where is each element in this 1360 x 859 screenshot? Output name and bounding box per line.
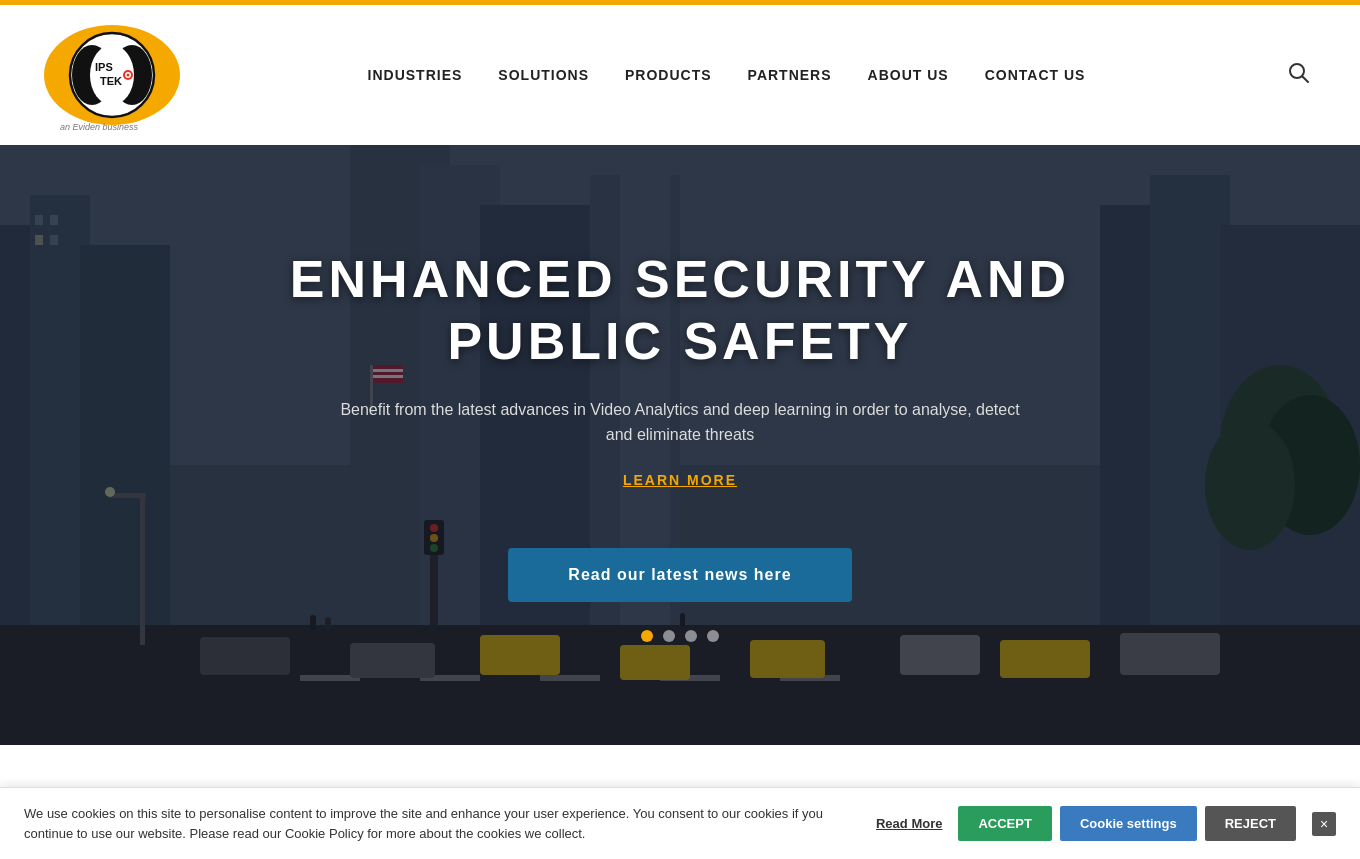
- nav-item-products[interactable]: PRODUCTS: [607, 57, 730, 93]
- svg-text:TEK: TEK: [100, 75, 122, 87]
- learn-more-link[interactable]: LEARN MORE: [623, 472, 737, 488]
- hero-title: ENHANCED SECURITY AND PUBLIC SAFETY: [290, 248, 1070, 373]
- svg-line-12: [1302, 76, 1308, 82]
- search-button[interactable]: [1278, 52, 1320, 99]
- carousel-dot-4[interactable]: [707, 630, 719, 642]
- nav-item-solutions[interactable]: SOLUTIONS: [480, 57, 607, 93]
- carousel-dot-3[interactable]: [685, 630, 697, 642]
- header: IPS TEK an Eviden business INDUSTRIES SO…: [0, 5, 1360, 145]
- nav-item-industries[interactable]: INDUSTRIES: [350, 57, 481, 93]
- news-button[interactable]: Read our latest news here: [508, 548, 851, 602]
- carousel-dot-2[interactable]: [663, 630, 675, 642]
- svg-text:IPS: IPS: [95, 61, 113, 73]
- nav-item-partners[interactable]: PARTNERS: [730, 57, 850, 93]
- hero-section: ENHANCED SECURITY AND PUBLIC SAFETY Bene…: [0, 145, 1360, 745]
- hero-subtitle: Benefit from the latest advances in Vide…: [340, 397, 1020, 448]
- hero-carousel-dots: [641, 630, 719, 642]
- logo[interactable]: IPS TEK an Eviden business: [40, 20, 185, 130]
- svg-point-8: [127, 74, 130, 77]
- hero-content: ENHANCED SECURITY AND PUBLIC SAFETY Bene…: [0, 145, 1360, 745]
- main-nav: INDUSTRIES SOLUTIONS PRODUCTS PARTNERS A…: [350, 57, 1104, 93]
- nav-item-contact-us[interactable]: CONTACT US: [967, 57, 1104, 93]
- svg-text:an Eviden business: an Eviden business: [60, 122, 139, 132]
- search-icon: [1288, 62, 1310, 84]
- carousel-dot-1[interactable]: [641, 630, 653, 642]
- nav-item-about-us[interactable]: ABOUT US: [850, 57, 967, 93]
